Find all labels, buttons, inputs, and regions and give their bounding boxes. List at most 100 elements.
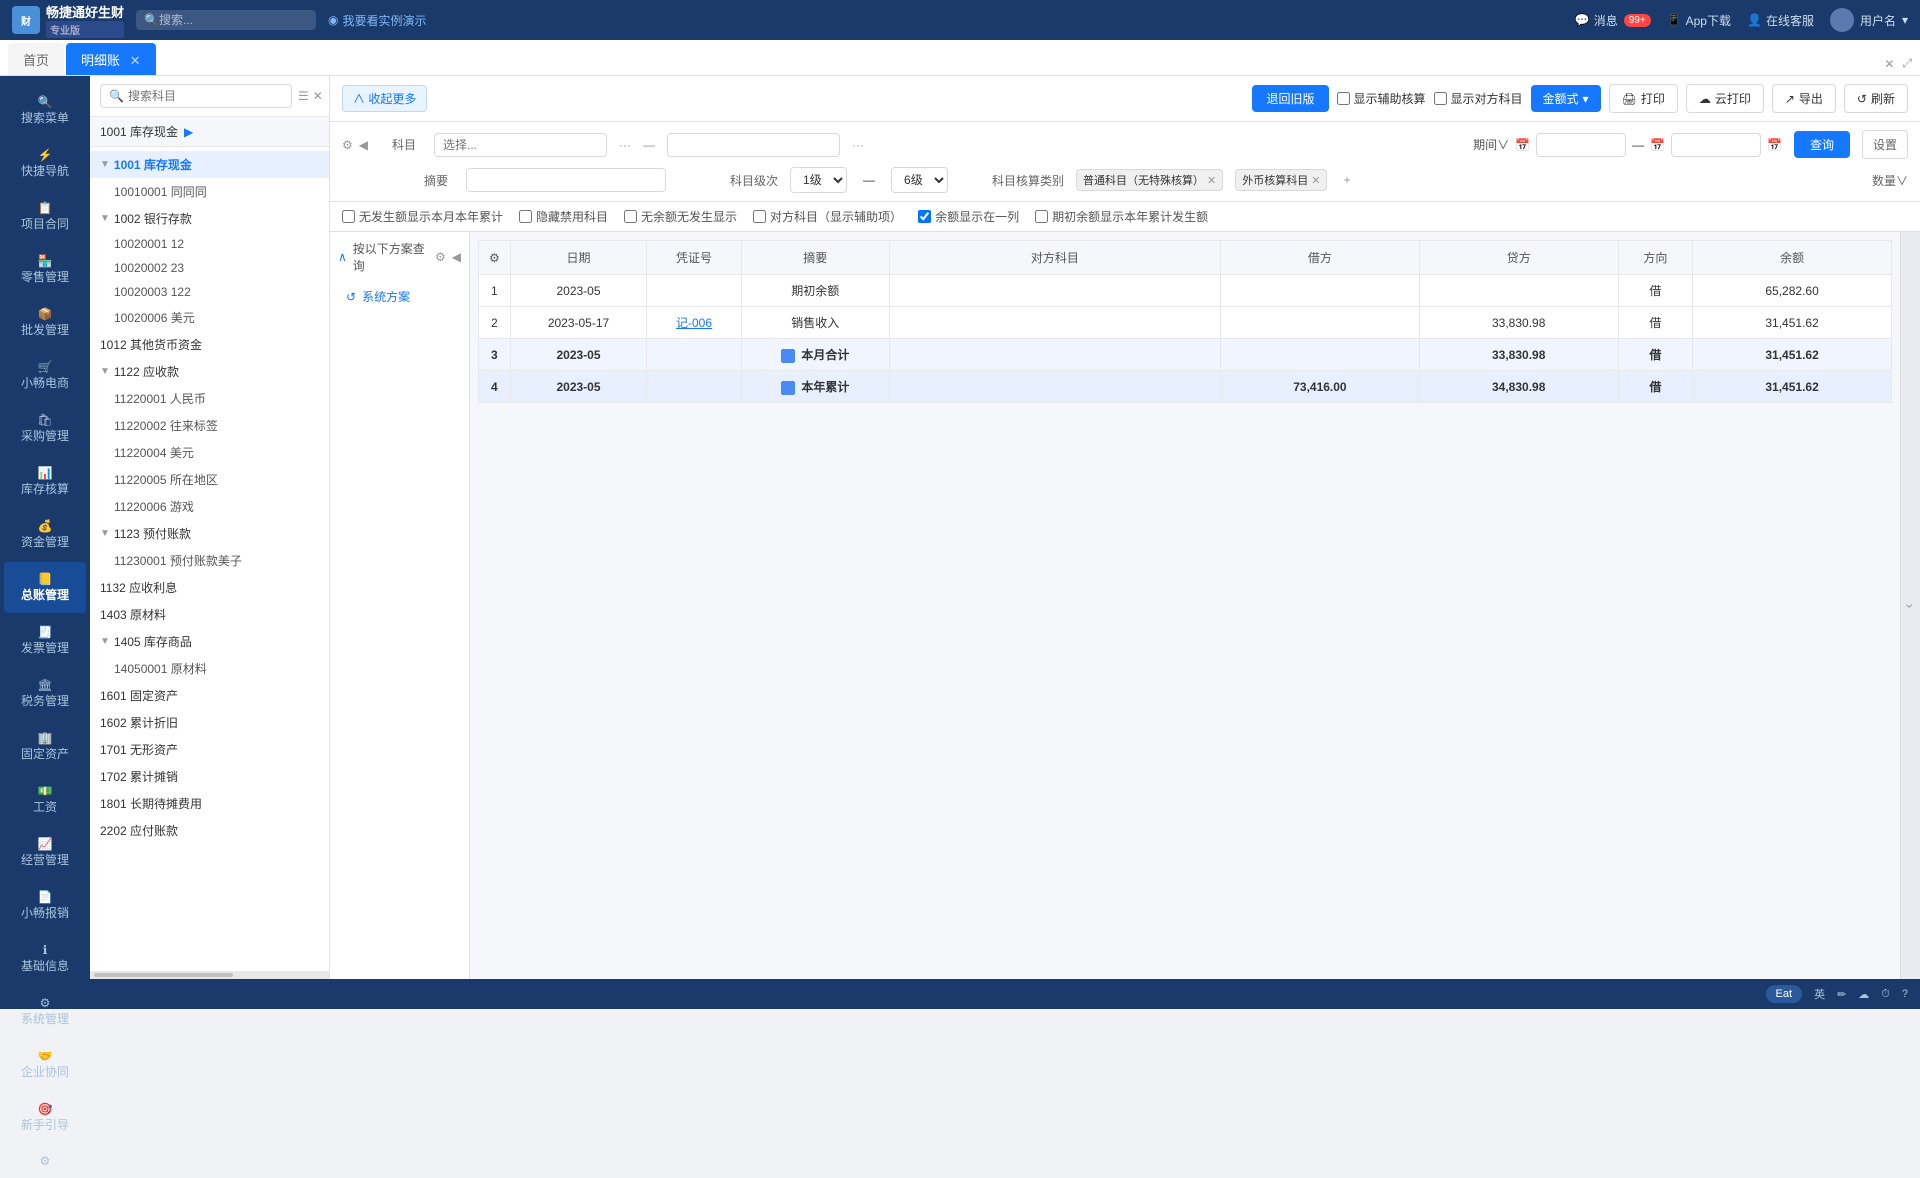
edit-icon[interactable]: ✏: [1837, 988, 1846, 1001]
sidebar-item-cooperation[interactable]: 🤝 企业协同: [4, 1039, 86, 1090]
tree-list-icon[interactable]: ☰: [298, 89, 309, 103]
tree-item-11220001[interactable]: 11220001 人民币: [90, 385, 329, 412]
tree-item-14050001[interactable]: 14050001 原材料: [90, 655, 329, 682]
col-settings[interactable]: ⚙: [479, 241, 511, 275]
cb-show-balance-col-input[interactable]: [918, 210, 931, 223]
cloud-icon[interactable]: ☁: [1858, 988, 1869, 1001]
period-start-input[interactable]: 2023-05: [1536, 133, 1626, 157]
current-account-arrow[interactable]: ▶: [184, 125, 193, 139]
tree-item-11230001[interactable]: 11230001 预付账款美子: [90, 547, 329, 574]
sidebar-item-wholesale[interactable]: 📦 批发管理: [4, 297, 86, 348]
tree-item-1601[interactable]: 1601 固定资产: [90, 682, 329, 709]
tree-item-1001[interactable]: ▼ 1001 库存现金: [90, 151, 329, 178]
tree-item-11220004[interactable]: 11220004 美元: [90, 439, 329, 466]
help-icon[interactable]: ?: [1902, 988, 1908, 1000]
query-button[interactable]: 查询: [1794, 131, 1850, 158]
cloud-print-btn[interactable]: ☁ 云打印: [1686, 84, 1764, 113]
subject-more-icon-2[interactable]: ···: [852, 138, 864, 152]
close-tab-icon[interactable]: ✕: [130, 53, 141, 68]
cb-no-zero[interactable]: 无余额无发生显示: [624, 208, 737, 225]
scheme-item-system[interactable]: ↺ 系统方案: [338, 282, 461, 311]
add-tag-icon[interactable]: +: [1343, 173, 1350, 187]
cb-period-amount[interactable]: 期初余额显示本年累计发生额: [1035, 208, 1208, 225]
query-settings-icon[interactable]: ⚙: [435, 250, 446, 264]
summary-input[interactable]: [466, 168, 666, 192]
sidebar-settings-btn[interactable]: ⚙: [0, 1144, 90, 1178]
show-aux-checkbox[interactable]: [1337, 92, 1350, 105]
sidebar-item-sales-report[interactable]: 📄 小畅报销: [4, 880, 86, 931]
sidebar-item-fixed-assets[interactable]: 🏢 固定资产: [4, 721, 86, 772]
online-service-btn[interactable]: 👤 在线客服: [1747, 12, 1814, 29]
subject-input-2[interactable]: [667, 133, 840, 157]
tree-item-1702[interactable]: 1702 累计摊销: [90, 763, 329, 790]
tree-item-10020006[interactable]: 10020006 美元: [90, 304, 329, 331]
demo-link[interactable]: ◉ 我要看实例演示: [328, 12, 427, 29]
voucher-link[interactable]: 记-006: [676, 316, 712, 330]
sidebar-item-guide[interactable]: 🎯 新手引导: [4, 1092, 86, 1143]
amount-style-btn[interactable]: 金额式 ▾: [1531, 85, 1601, 112]
collapse-arrow-icon[interactable]: ◀: [359, 138, 368, 152]
tab-ledger[interactable]: 明细账 ✕: [66, 43, 156, 75]
top-search-bar[interactable]: 🔍: [136, 10, 316, 30]
tree-item-11220002[interactable]: 11220002 往来标签: [90, 412, 329, 439]
tree-item-1132[interactable]: 1132 应收利息: [90, 574, 329, 601]
tree-horizontal-scrollbar[interactable]: [90, 971, 329, 979]
show-aux-check-label[interactable]: 显示辅助核算: [1337, 90, 1426, 107]
tree-item-10010001[interactable]: 10010001 同同同: [90, 178, 329, 205]
cb-show-opposite[interactable]: 对方科目（显示辅助项）: [753, 208, 902, 225]
tag-close-icon[interactable]: ✕: [1207, 174, 1216, 187]
right-collapse-panel[interactable]: ›: [1900, 232, 1920, 979]
cell-voucher-2[interactable]: 记-006: [647, 307, 741, 339]
settings-gear-icon[interactable]: ⚙: [342, 138, 353, 152]
period-label[interactable]: 期间∨: [1473, 136, 1509, 153]
sidebar-item-finance[interactable]: 💰 资金管理: [4, 509, 86, 560]
period-end-input[interactable]: 2023-05: [1671, 133, 1761, 157]
expand-more-btn[interactable]: ∧ 收起更多: [342, 85, 427, 112]
tree-search-box[interactable]: 🔍: [100, 84, 292, 108]
tree-item-1012[interactable]: 1012 其他货币资金: [90, 331, 329, 358]
quantity-label[interactable]: 数量∨: [1872, 172, 1908, 189]
cb-no-balance-input[interactable]: [342, 210, 355, 223]
user-info[interactable]: 用户名 ▾: [1830, 8, 1908, 32]
sidebar-item-tax[interactable]: 🏛 税务管理: [4, 668, 86, 719]
close-window-icon[interactable]: ✕: [1884, 57, 1894, 71]
tag-close-icon-2[interactable]: ✕: [1311, 174, 1320, 187]
query-collapse-icon[interactable]: ◀: [452, 250, 461, 264]
sidebar-item-invoice[interactable]: 🧾 发票管理: [4, 615, 86, 666]
lang-icon[interactable]: 英: [1814, 986, 1825, 1002]
tree-item-1801[interactable]: 1801 长期待摊费用: [90, 790, 329, 817]
cb-hide-disabled[interactable]: 隐藏禁用科目: [519, 208, 608, 225]
tab-home[interactable]: 首页: [8, 43, 64, 75]
show-opposite-check-label[interactable]: 显示对方科目: [1434, 90, 1523, 107]
refresh-btn[interactable]: ↺ 刷新: [1844, 84, 1908, 113]
cb-no-balance[interactable]: 无发生额显示本月本年累计: [342, 208, 503, 225]
tree-item-10020002[interactable]: 10020002 23: [90, 256, 329, 280]
tree-item-11220006[interactable]: 11220006 游戏: [90, 493, 329, 520]
sidebar-item-business[interactable]: 📈 经营管理: [4, 827, 86, 878]
sidebar-item-ecommerce[interactable]: 🛒 小畅电商: [4, 350, 86, 401]
tree-item-1002[interactable]: ▼ 1002 银行存款: [90, 205, 329, 232]
tree-item-1405[interactable]: ▼ 1405 库存商品: [90, 628, 329, 655]
cb-period-amount-input[interactable]: [1035, 210, 1048, 223]
settings-button[interactable]: 设置: [1862, 130, 1908, 159]
subject-input[interactable]: [434, 133, 607, 157]
export-btn[interactable]: ↗ 导出: [1772, 84, 1836, 113]
sidebar-item-quick-nav[interactable]: ⚡ 快捷导航: [4, 138, 86, 189]
expand-query-icon[interactable]: ∧: [338, 250, 347, 264]
tree-item-10020001[interactable]: 10020001 12: [90, 232, 329, 256]
return-old-btn[interactable]: 退回旧版: [1252, 85, 1328, 112]
sidebar-item-basic-info[interactable]: ℹ 基础信息: [4, 933, 86, 984]
sidebar-item-payroll[interactable]: 💵 工资: [4, 774, 86, 825]
cb-show-opposite-input[interactable]: [753, 210, 766, 223]
tree-item-1602[interactable]: 1602 累计折旧: [90, 709, 329, 736]
app-download-btn[interactable]: 📱 App下载: [1667, 12, 1731, 29]
sidebar-item-inventory[interactable]: 📊 库存核算: [4, 456, 86, 507]
tree-collapse-icon[interactable]: ✕: [313, 89, 323, 103]
maximize-window-icon[interactable]: ⤢: [1902, 56, 1912, 71]
level-start-select[interactable]: 1级2级3级4级5级6级: [790, 167, 847, 193]
cb-show-balance-col[interactable]: 余额显示在一列: [918, 208, 1019, 225]
show-opposite-checkbox[interactable]: [1434, 92, 1447, 105]
sidebar-item-search-menu[interactable]: 🔍 搜索菜单: [4, 85, 86, 136]
tree-item-1701[interactable]: 1701 无形资产: [90, 736, 329, 763]
sidebar-item-system[interactable]: ⚙ 系统管理: [4, 986, 86, 1037]
